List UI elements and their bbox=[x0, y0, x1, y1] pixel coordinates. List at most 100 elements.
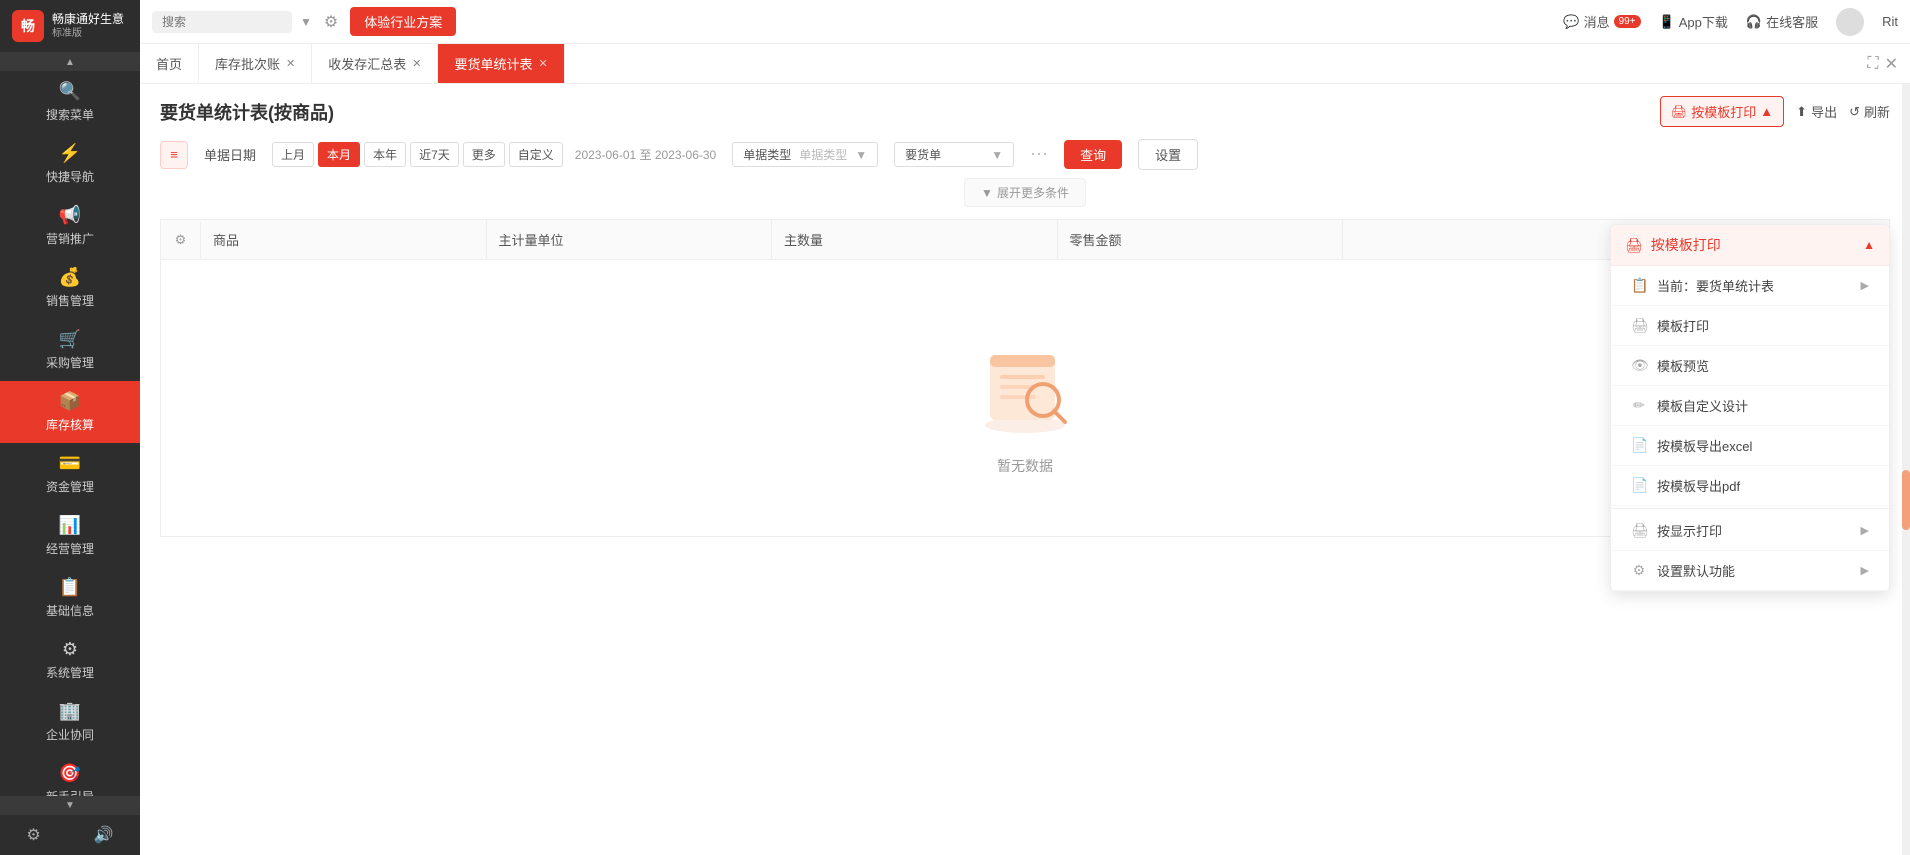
scrollbar-thumb[interactable] bbox=[1902, 470, 1910, 530]
sidebar-basic-label: 基础信息 bbox=[46, 602, 94, 619]
tab-inventory-batch[interactable]: 库存批次账 ✕ bbox=[199, 44, 312, 83]
dropdown-export-pdf[interactable]: 📄 按模板导出pdf bbox=[1611, 466, 1889, 506]
template-preview-label: 模板预览 bbox=[1657, 356, 1709, 375]
print-label: 按模板打印 bbox=[1691, 102, 1756, 121]
header-actions: 🖨 按模板打印 ▲ ⬆ 导出 ↺ 刷新 bbox=[1660, 96, 1890, 127]
template-design-label: 模板自定义设计 bbox=[1657, 396, 1748, 415]
date-btn-last-month[interactable]: 上月 bbox=[272, 142, 314, 167]
avatar[interactable] bbox=[1836, 8, 1864, 36]
template-print-icon: 🖨 bbox=[1631, 317, 1647, 334]
sidebar-item-system[interactable]: ⚙系统管理 bbox=[0, 629, 140, 691]
sidebar-search-label: 搜索菜单 bbox=[46, 106, 94, 123]
th-unit: 主计量单位 bbox=[487, 220, 773, 259]
sidebar-scroll-up[interactable]: ▲ bbox=[0, 53, 140, 71]
dropdown-header-label: 按模板打印 bbox=[1651, 235, 1721, 255]
tab-home[interactable]: 首页 bbox=[140, 44, 199, 83]
topbar-right: 💬 消息 99+ 📱 App下载 🎧 在线客服 Rit bbox=[1563, 8, 1898, 36]
sidebar-item-inventory[interactable]: 📦库存核算 bbox=[0, 381, 140, 443]
export-icon: ⬆ bbox=[1796, 104, 1807, 120]
refresh-button[interactable]: ↺ 刷新 bbox=[1849, 102, 1890, 121]
dropdown-template-print[interactable]: 🖨 模板打印 bbox=[1611, 306, 1889, 346]
date-btn-this-year[interactable]: 本年 bbox=[364, 142, 406, 167]
display-print-label: 按显示打印 bbox=[1657, 521, 1722, 540]
date-btn-this-month[interactable]: 本月 bbox=[318, 142, 360, 167]
sidebar-item-search[interactable]: 🔍搜索菜单 bbox=[0, 71, 140, 133]
right-scrollbar[interactable] bbox=[1902, 84, 1910, 855]
tab-actions: ⛶ ✕ bbox=[1867, 54, 1910, 74]
type-filter-placeholder: 单据类型 bbox=[799, 146, 847, 163]
tab-maximize-icon[interactable]: ⛶ bbox=[1867, 55, 1878, 73]
tab-order-stats[interactable]: 要货单统计表 ✕ bbox=[438, 44, 564, 83]
search-input[interactable] bbox=[152, 11, 292, 33]
current-template-arrow-icon: ▶ bbox=[1861, 279, 1869, 292]
sidebar-item-sales[interactable]: 💰销售管理 bbox=[0, 257, 140, 319]
filter-expand-button[interactable]: ≡ bbox=[160, 141, 188, 169]
th-settings[interactable]: ⚙ bbox=[161, 222, 201, 258]
dropdown-template-preview[interactable]: 👁 模板预览 bbox=[1611, 346, 1889, 386]
service-icon: 🎧 bbox=[1746, 14, 1762, 30]
date-group: 上月 本月 本年 近7天 更多 自定义 2023-06-01 至 2023-06… bbox=[272, 142, 716, 167]
message-button[interactable]: 💬 消息 99+ bbox=[1563, 12, 1640, 31]
sidebar-settings-btn[interactable]: ⚙ bbox=[26, 825, 40, 845]
dropdown-export-excel[interactable]: 📄 按模板导出excel bbox=[1611, 426, 1889, 466]
tab-receipt-summary[interactable]: 收发存汇总表 ✕ bbox=[312, 44, 438, 83]
tab-inventory-batch-close[interactable]: ✕ bbox=[286, 57, 295, 70]
username: Rit bbox=[1882, 14, 1898, 29]
sidebar-item-newbie[interactable]: 🎯新手引导 bbox=[0, 753, 140, 796]
date-btn-more[interactable]: 更多 bbox=[463, 142, 505, 167]
print-button[interactable]: 🖨 按模板打印 ▲ bbox=[1660, 96, 1784, 127]
sidebar-finance-label: 资金管理 bbox=[46, 478, 94, 495]
sidebar-item-enterprise[interactable]: 🏢企业协同 bbox=[0, 691, 140, 753]
sidebar-item-quick[interactable]: ⚡快捷导航 bbox=[0, 133, 140, 195]
type-filter-select[interactable]: 单据类型 单据类型 ▼ bbox=[732, 142, 878, 167]
sidebar-nav: 🔍搜索菜单⚡快捷导航📢营销推广💰销售管理🛒采购管理📦库存核算 💳 资金管理 📊经营管理… bbox=[0, 71, 140, 796]
sidebar-inventory-label: 库存核算 bbox=[46, 416, 94, 433]
app-download-button[interactable]: 📱 App下载 bbox=[1659, 12, 1728, 31]
sidebar-scroll-down[interactable]: ▼ bbox=[0, 796, 140, 814]
sidebar-item-marketing[interactable]: 📢营销推广 bbox=[0, 195, 140, 257]
sidebar-finance-icon: 💳 bbox=[59, 453, 81, 474]
th-goods: 商品 bbox=[201, 220, 487, 259]
sidebar-audio-btn[interactable]: 🔊 bbox=[94, 825, 114, 845]
goods-filter-select[interactable]: 要货单 ▼ bbox=[894, 142, 1014, 167]
set-default-arrow-icon: ▶ bbox=[1861, 564, 1869, 577]
settings-button[interactable]: 设置 bbox=[1138, 139, 1198, 170]
query-button[interactable]: 查询 bbox=[1064, 140, 1122, 169]
sidebar-item-finance[interactable]: 💳 资金管理 bbox=[0, 443, 140, 505]
app-logo: 畅 畅康通好生意 标准版 bbox=[0, 0, 140, 53]
trial-button[interactable]: 体验行业方案 bbox=[350, 7, 456, 36]
sidebar-item-purchase[interactable]: 🛒采购管理 bbox=[0, 319, 140, 381]
topbar-gear-icon[interactable]: ⚙ bbox=[324, 12, 338, 32]
sidebar-item-operation[interactable]: 📊经营管理 bbox=[0, 505, 140, 567]
print-chevron-icon: ▲ bbox=[1760, 104, 1773, 119]
sidebar-marketing-icon: 📢 bbox=[59, 205, 81, 226]
export-excel-label: 按模板导出excel bbox=[1657, 436, 1752, 455]
dropdown-template-design[interactable]: ✏ 模板自定义设计 bbox=[1611, 386, 1889, 426]
dropdown-display-print[interactable]: 🖨 按显示打印 ▶ bbox=[1611, 511, 1889, 551]
sidebar-operation-icon: 📊 bbox=[59, 515, 81, 536]
online-service-button[interactable]: 🎧 在线客服 bbox=[1746, 12, 1818, 31]
expand-more-icon: ▼ bbox=[981, 186, 993, 200]
dropdown-set-default[interactable]: ⚙ 设置默认功能 ▶ bbox=[1611, 551, 1889, 591]
table-settings-icon[interactable]: ⚙ bbox=[175, 232, 187, 248]
search-chevron-icon[interactable]: ▼ bbox=[300, 15, 312, 29]
tab-close-all-icon[interactable]: ✕ bbox=[1885, 54, 1898, 74]
tab-inventory-batch-label: 库存批次账 bbox=[215, 54, 280, 73]
date-btn-7days[interactable]: 近7天 bbox=[410, 142, 459, 167]
goods-filter-label: 要货单 bbox=[905, 146, 941, 163]
expand-more-button[interactable]: ▼ 展开更多条件 bbox=[964, 178, 1086, 207]
export-label: 导出 bbox=[1811, 102, 1837, 121]
dropdown-current-template[interactable]: 📋 当前：要货单统计表 ▶ bbox=[1611, 266, 1889, 306]
export-button[interactable]: ⬆ 导出 bbox=[1796, 102, 1837, 121]
filter-more-icon[interactable]: ⋯ bbox=[1030, 144, 1048, 165]
tab-receipt-summary-close[interactable]: ✕ bbox=[412, 57, 421, 70]
sidebar-item-basic[interactable]: 📋 基础信息 bbox=[0, 567, 140, 629]
tab-order-stats-close[interactable]: ✕ bbox=[539, 57, 548, 70]
template-print-label: 模板打印 bbox=[1657, 316, 1709, 335]
date-btn-custom[interactable]: 自定义 bbox=[509, 142, 563, 167]
content-area: 要货单统计表(按商品) 🖨 按模板打印 ▲ ⬆ 导出 ↺ 刷新 bbox=[140, 84, 1910, 855]
dropdown-header[interactable]: 🖨 按模板打印 ▲ bbox=[1611, 225, 1889, 266]
date-filter-label: 单据日期 bbox=[204, 145, 256, 164]
display-print-arrow-icon: ▶ bbox=[1861, 524, 1869, 537]
sidebar-basic-icon: 📋 bbox=[59, 577, 81, 598]
